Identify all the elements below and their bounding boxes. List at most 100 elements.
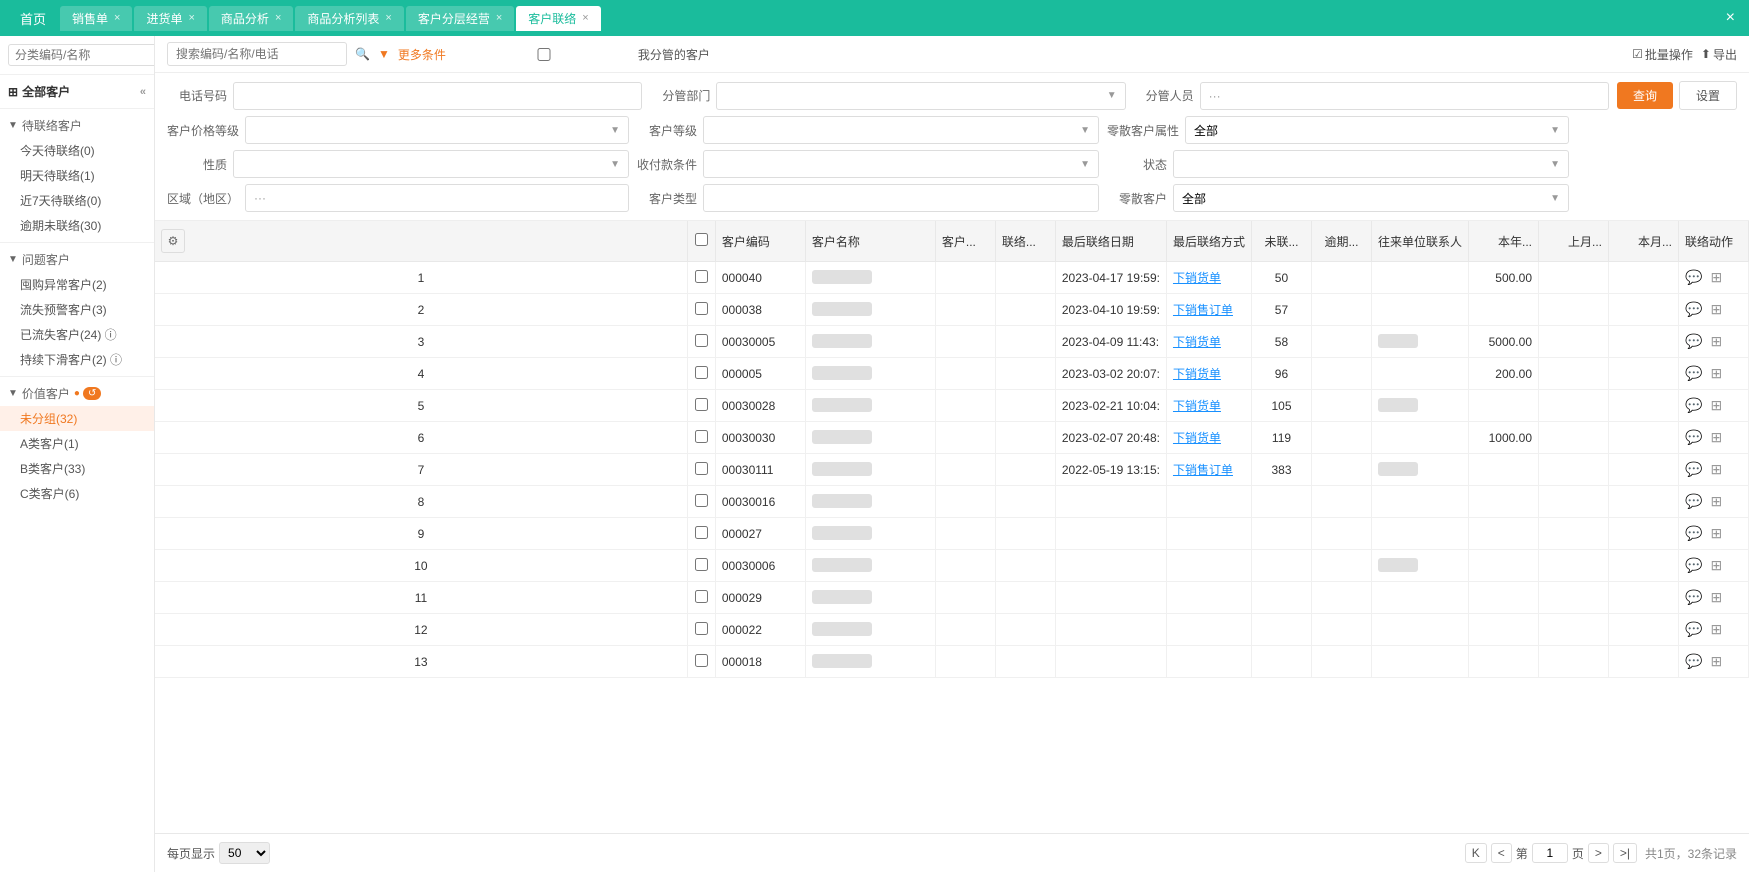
grid-action-icon[interactable]: ⊞ (1710, 589, 1722, 606)
last-way-link[interactable]: 下销货单 (1173, 367, 1221, 381)
nav-tab-analysis-list-close[interactable]: × (385, 12, 391, 24)
nav-tab-customer-contact[interactable]: 客户联络 × (516, 6, 600, 31)
row-checkbox[interactable] (695, 270, 708, 283)
td-checkbox[interactable] (687, 582, 715, 614)
scatter-attr-select[interactable]: 全部 ▼ (1185, 116, 1569, 144)
last-way-link[interactable]: 下销货单 (1173, 335, 1221, 349)
phone-input[interactable] (233, 82, 642, 110)
my-customers-checkbox-label[interactable]: 我分管的客户 (454, 46, 710, 63)
last-page-button[interactable]: >| (1613, 843, 1637, 863)
sidebar-item-b-class[interactable]: B类客户(33) (0, 456, 154, 481)
row-checkbox[interactable] (695, 654, 708, 667)
grid-action-icon[interactable]: ⊞ (1710, 397, 1722, 414)
chat-icon[interactable]: 💬 (1685, 493, 1702, 510)
chat-icon[interactable]: 💬 (1685, 621, 1702, 638)
row-checkbox[interactable] (695, 462, 708, 475)
row-checkbox[interactable] (695, 526, 708, 539)
status-select[interactable]: ▼ (1173, 150, 1569, 178)
manager-input[interactable]: ··· (1200, 82, 1609, 110)
sidebar-item-ungroup[interactable]: 未分组(32) (0, 406, 154, 431)
last-way-link[interactable]: 下销货单 (1173, 431, 1221, 445)
chat-icon[interactable]: 💬 (1685, 653, 1702, 670)
grid-action-icon[interactable]: ⊞ (1710, 429, 1722, 446)
sidebar-item-declining[interactable]: 持续下滑客户(2) ⓘ (0, 347, 154, 372)
per-page-select[interactable]: 50 100 200 (219, 842, 270, 864)
td-checkbox[interactable] (687, 486, 715, 518)
nav-tab-customer-seg[interactable]: 客户分层经营 × (406, 6, 514, 31)
row-checkbox[interactable] (695, 590, 708, 603)
query-button[interactable]: 查询 (1617, 82, 1673, 109)
sidebar-group-pending[interactable]: ▼ 待联络客户 (0, 113, 154, 138)
grid-action-icon[interactable]: ⊞ (1710, 557, 1722, 574)
nav-tab-purchase[interactable]: 进货单 × (134, 6, 206, 31)
nav-tab-analysis-list[interactable]: 商品分析列表 × (295, 6, 403, 31)
chat-icon[interactable]: 💬 (1685, 525, 1702, 542)
window-close-button[interactable]: × (1720, 9, 1741, 27)
sidebar-item-a-class[interactable]: A类客户(1) (0, 431, 154, 456)
td-checkbox[interactable] (687, 390, 715, 422)
grid-action-icon[interactable]: ⊞ (1710, 461, 1722, 478)
chat-icon[interactable]: 💬 (1685, 461, 1702, 478)
nav-tab-analysis-close[interactable]: × (275, 12, 281, 24)
price-level-select[interactable]: ▼ (245, 116, 629, 144)
page-number-input[interactable] (1532, 843, 1568, 863)
sidebar-all-customers[interactable]: ⊞ 全部客户 « (0, 75, 154, 104)
sidebar-item-week[interactable]: 近7天待联络(0) (0, 188, 154, 213)
sidebar-item-c-class[interactable]: C类客户(6) (0, 481, 154, 506)
scatter-select[interactable]: 全部 ▼ (1173, 184, 1569, 212)
sidebar-group-problem[interactable]: ▼ 问题客户 (0, 247, 154, 272)
td-checkbox[interactable] (687, 614, 715, 646)
sidebar-item-stockpile[interactable]: 囤购异常客户(2) (0, 272, 154, 297)
th-settings[interactable]: ⚙ (155, 221, 687, 262)
td-last-way[interactable]: 下销货单 (1166, 262, 1251, 294)
sidebar-item-today[interactable]: 今天待联络(0) (0, 138, 154, 163)
chat-icon[interactable]: 💬 (1685, 365, 1702, 382)
sidebar-item-tomorrow[interactable]: 明天待联络(1) (0, 163, 154, 188)
row-checkbox[interactable] (695, 302, 708, 315)
row-checkbox[interactable] (695, 622, 708, 635)
chat-icon[interactable]: 💬 (1685, 301, 1702, 318)
td-last-way[interactable]: 下销货单 (1166, 422, 1251, 454)
nav-tab-analysis[interactable]: 商品分析 × (209, 6, 293, 31)
settings-icon[interactable]: ⚙ (161, 229, 185, 253)
td-checkbox[interactable] (687, 326, 715, 358)
last-way-link[interactable]: 下销售订单 (1173, 463, 1233, 477)
td-last-way[interactable] (1166, 646, 1251, 678)
first-page-button[interactable]: K (1465, 843, 1487, 863)
dept-select[interactable]: ▼ (716, 82, 1125, 110)
td-checkbox[interactable] (687, 294, 715, 326)
td-checkbox[interactable] (687, 358, 715, 390)
td-last-way[interactable]: 下销货单 (1166, 358, 1251, 390)
last-way-link[interactable]: 下销货单 (1173, 271, 1221, 285)
td-checkbox[interactable] (687, 518, 715, 550)
chat-icon[interactable]: 💬 (1685, 333, 1702, 350)
grid-action-icon[interactable]: ⊞ (1710, 269, 1722, 286)
td-last-way[interactable]: 下销售订单 (1166, 454, 1251, 486)
reset-button[interactable]: 设置 (1679, 81, 1737, 110)
chat-icon[interactable]: 💬 (1685, 557, 1702, 574)
td-checkbox[interactable] (687, 454, 715, 486)
cust-type-input[interactable] (703, 184, 1099, 212)
chat-icon[interactable]: 💬 (1685, 429, 1702, 446)
nav-home[interactable]: 首页 (8, 5, 58, 32)
next-page-button[interactable]: > (1588, 843, 1609, 863)
row-checkbox[interactable] (695, 558, 708, 571)
nav-tab-sales-close[interactable]: × (114, 12, 120, 24)
payment-select[interactable]: ▼ (703, 150, 1099, 178)
row-checkbox[interactable] (695, 366, 708, 379)
grid-action-icon[interactable]: ⊞ (1710, 621, 1722, 638)
search-button[interactable]: 🔍 (355, 47, 370, 61)
row-checkbox[interactable] (695, 398, 708, 411)
more-conditions-button[interactable]: 更多条件 (398, 46, 446, 63)
chat-icon[interactable]: 💬 (1685, 269, 1702, 286)
row-checkbox[interactable] (695, 494, 708, 507)
row-checkbox[interactable] (695, 430, 708, 443)
sidebar-group-value[interactable]: ▼ 价值客户 ● ↺ (0, 381, 154, 406)
sidebar-item-overdue[interactable]: 逾期未联络(30) (0, 213, 154, 238)
td-last-way[interactable] (1166, 582, 1251, 614)
nav-tab-customer-contact-close[interactable]: × (582, 12, 588, 24)
export-button[interactable]: ⬆ 导出 (1701, 46, 1737, 63)
grid-action-icon[interactable]: ⊞ (1710, 365, 1722, 382)
last-way-link[interactable]: 下销售订单 (1173, 303, 1233, 317)
grid-action-icon[interactable]: ⊞ (1710, 333, 1722, 350)
